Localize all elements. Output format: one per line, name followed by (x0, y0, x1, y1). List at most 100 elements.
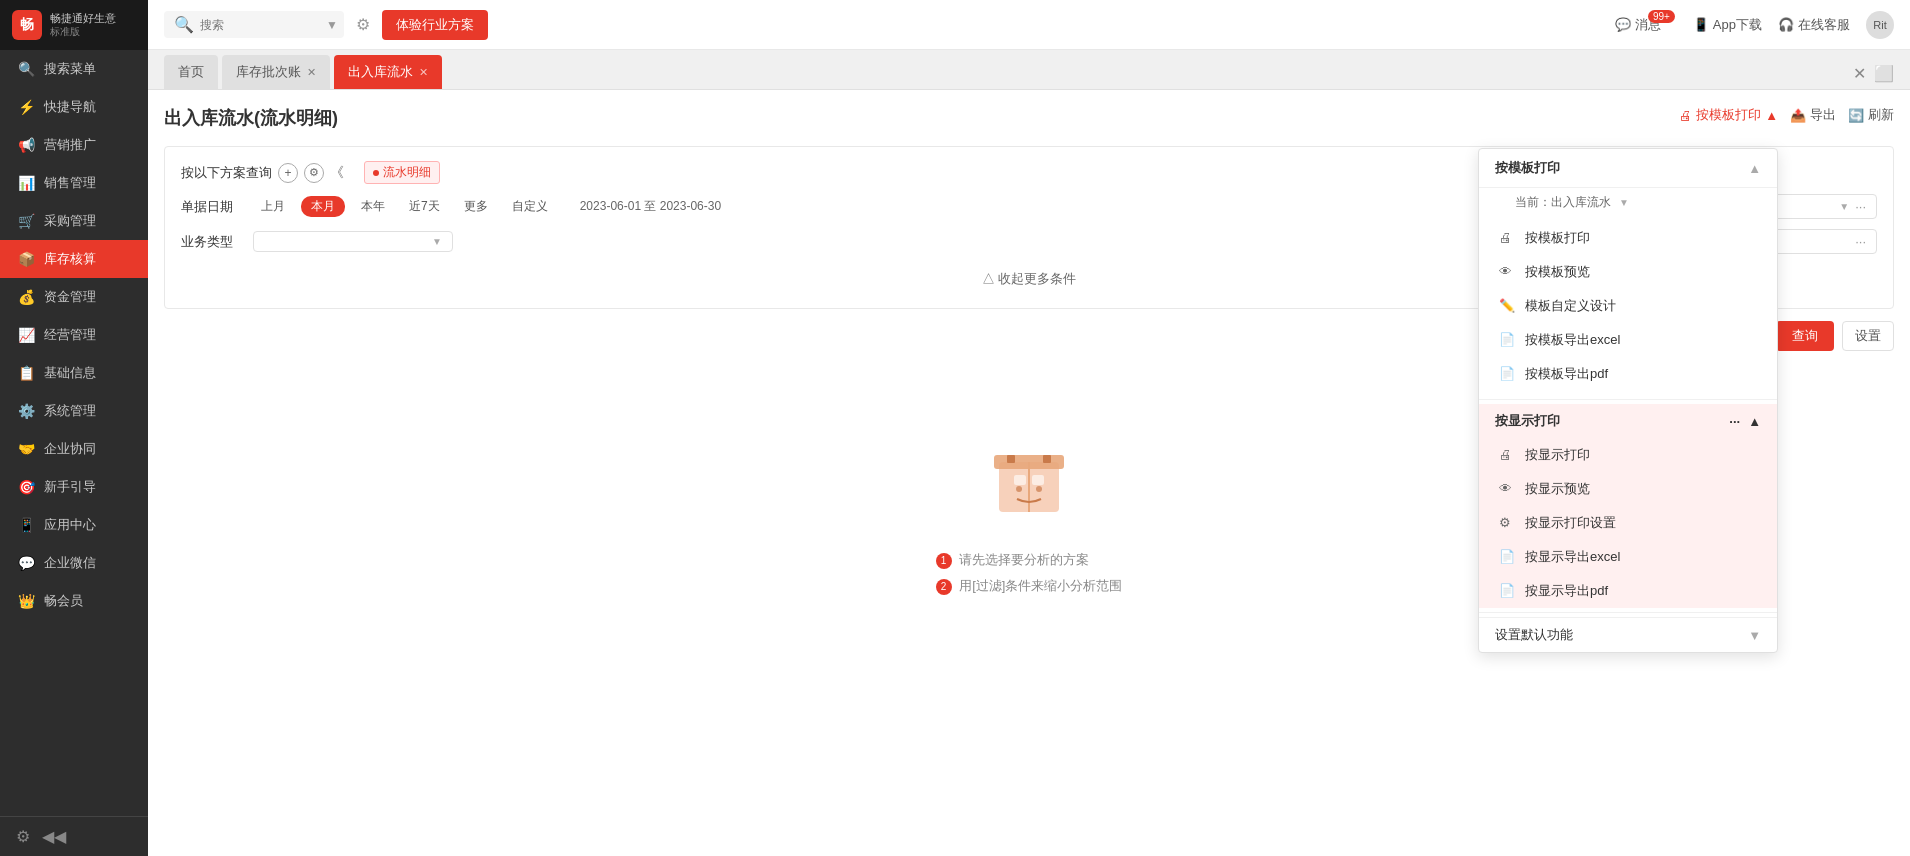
search-input[interactable] (200, 18, 320, 32)
display-item-display-preview[interactable]: 👁按显示预览 (1479, 472, 1777, 506)
dropdown-item-template-print[interactable]: 🖨按模板打印 (1479, 221, 1777, 255)
search-icon: 🔍 (174, 15, 194, 34)
filter-add-button[interactable]: + (278, 163, 298, 183)
header-search-box[interactable]: 🔍 ▼ (164, 11, 344, 38)
dropdown-current[interactable]: 当前：出入库流水 ▼ (1479, 188, 1777, 217)
message-badge: 99+ (1648, 10, 1675, 23)
export-button[interactable]: 📤 导出 (1790, 106, 1836, 124)
search-dropdown-arrow[interactable]: ▼ (326, 18, 338, 32)
date-btn-more[interactable]: 更多 (456, 196, 496, 217)
sidebar-item-member[interactable]: 👑畅会员 (0, 582, 148, 620)
svg-rect-4 (1032, 475, 1044, 485)
sidebar-item-basic-info[interactable]: 📋基础信息 (0, 354, 148, 392)
header-gear-icon[interactable]: ⚙ (356, 15, 370, 34)
quick-nav-icon: ⚡ (16, 99, 36, 115)
close-tab-icon[interactable]: ✕ (1853, 64, 1866, 83)
tip1-number: 1 (936, 553, 952, 569)
sidebar: 畅 畅捷通好生意 标准版 🔍搜索菜单⚡快捷导航📢营销推广📊销售管理🛒采购管理📦库… (0, 0, 148, 856)
settings-button[interactable]: 设置 (1842, 321, 1894, 351)
filter-settings-button[interactable]: ⚙ (304, 163, 324, 183)
user-avatar[interactable]: Rit (1866, 11, 1894, 39)
sidebar-item-search[interactable]: 🔍搜索菜单 (0, 50, 148, 88)
finance-icon: 💰 (16, 289, 36, 305)
dropdown-item-template-export-excel[interactable]: 📄按模板导出excel (1479, 323, 1777, 357)
basic-info-label: 基础信息 (44, 364, 96, 382)
date-btn-last-month[interactable]: 上月 (253, 196, 293, 217)
sidebar-item-purchase[interactable]: 🛒采购管理 (0, 202, 148, 240)
display-item-display-print[interactable]: 🖨按显示打印 (1479, 438, 1777, 472)
sidebar-item-system[interactable]: ⚙️系统管理 (0, 392, 148, 430)
tab-close-batch-account[interactable]: ✕ (307, 66, 316, 79)
tab-close-flow[interactable]: ✕ (419, 66, 428, 79)
template-preview-icon: 👁 (1499, 264, 1515, 280)
filter-tag-label: 流水明细 (383, 164, 431, 181)
tab-home[interactable]: 首页 (164, 55, 218, 89)
settings-icon[interactable]: ⚙ (16, 827, 30, 846)
app-download-button[interactable]: 📱 App下载 (1693, 16, 1762, 34)
dropdown-item-template-export-pdf[interactable]: 📄按模板导出pdf (1479, 357, 1777, 391)
template-print-button[interactable]: 🖨 按模板打印 ▲ (1679, 106, 1778, 124)
display-item-display-export-pdf[interactable]: 📄按显示导出pdf (1479, 574, 1777, 608)
template-print-label: 按模板打印 (1696, 106, 1761, 124)
doc-type-dots[interactable]: ··· (1855, 199, 1866, 214)
trial-button[interactable]: 体验行业方案 (382, 10, 488, 40)
query-button[interactable]: 查询 (1776, 321, 1834, 351)
logo-icon: 畅 (12, 10, 42, 40)
guide-icon: 🎯 (16, 479, 36, 495)
service-label: 在线客服 (1798, 16, 1850, 34)
refresh-button[interactable]: 🔄 刷新 (1848, 106, 1894, 124)
date-btn-current-year[interactable]: 本年 (353, 196, 393, 217)
sidebar-item-guide[interactable]: 🎯新手引导 (0, 468, 148, 506)
sidebar-item-wechat[interactable]: 💬企业微信 (0, 544, 148, 582)
display-section-title: 按显示打印 (1495, 412, 1560, 430)
tabs-bar-right: ✕ ⬜ (1853, 64, 1894, 83)
marketing-label: 营销推广 (44, 136, 96, 154)
template-export-excel-label: 按模板导出excel (1525, 331, 1620, 349)
warehouse-dots[interactable]: ··· (1855, 234, 1866, 249)
sidebar-item-sales[interactable]: 📊销售管理 (0, 164, 148, 202)
collapse-icon[interactable]: ◀◀ (42, 827, 66, 846)
dropdown-footer[interactable]: 设置默认功能 ▼ (1479, 617, 1777, 652)
finance-label: 资金管理 (44, 288, 96, 306)
display-item-display-export-excel[interactable]: 📄按显示导出excel (1479, 540, 1777, 574)
svg-rect-3 (1014, 475, 1026, 485)
app-center-icon: 📱 (16, 517, 36, 533)
sidebar-item-operation[interactable]: 📈经营管理 (0, 316, 148, 354)
dropdown-item-template-preview[interactable]: 👁按模板预览 (1479, 255, 1777, 289)
system-icon: ⚙️ (16, 403, 36, 419)
sidebar-item-inventory[interactable]: 📦库存核算 (0, 240, 148, 278)
biz-type-select[interactable]: ▼ (253, 231, 453, 252)
app-center-label: 应用中心 (44, 516, 96, 534)
refresh-label: 刷新 (1868, 106, 1894, 124)
app-icon: 📱 (1693, 17, 1709, 32)
filter-collapse-button[interactable]: 《 (330, 164, 344, 182)
operation-icon: 📈 (16, 327, 36, 343)
svg-point-8 (1036, 486, 1042, 492)
purchase-icon: 🛒 (16, 213, 36, 229)
dropdown-item-template-custom[interactable]: ✏️模板自定义设计 (1479, 289, 1777, 323)
display-export-excel-label: 按显示导出excel (1525, 548, 1620, 566)
section-collapse-arrow[interactable]: ▲ (1748, 414, 1761, 429)
svg-rect-5 (1007, 455, 1015, 463)
date-btn-custom[interactable]: 自定义 (504, 196, 556, 217)
footer-label: 设置默认功能 (1495, 626, 1573, 644)
display-item-display-print-settings[interactable]: ⚙按显示打印设置 (1479, 506, 1777, 540)
date-btn-current-month[interactable]: 本月 (301, 196, 345, 217)
sidebar-item-quick-nav[interactable]: ⚡快捷导航 (0, 88, 148, 126)
dots-icon[interactable]: ··· (1729, 414, 1740, 429)
customer-service-button[interactable]: 🎧 在线客服 (1778, 16, 1850, 34)
collapse-label: 收起更多条件 (998, 271, 1076, 286)
date-range-text: 2023-06-01 至 2023-06-30 (580, 198, 721, 215)
sidebar-item-app-center[interactable]: 📱 应用中心 (0, 506, 148, 544)
display-section-header[interactable]: 按显示打印 ··· ▲ (1479, 404, 1777, 438)
tab-flow[interactable]: 出入库流水✕ (334, 55, 442, 89)
maximize-icon[interactable]: ⬜ (1874, 64, 1894, 83)
sidebar-item-enterprise[interactable]: 🤝企业协同 (0, 430, 148, 468)
filter-tag[interactable]: 流水明细 (364, 161, 440, 184)
sidebar-item-finance[interactable]: 💰 资金管理 (0, 278, 148, 316)
date-btn-last-7-days[interactable]: 近7天 (401, 196, 448, 217)
sidebar-item-marketing[interactable]: 📢营销推广 (0, 126, 148, 164)
message-button[interactable]: 💬 消息 99+ (1615, 16, 1661, 34)
dropdown-collapse-arrow[interactable]: ▲ (1748, 161, 1761, 176)
tab-batch-account[interactable]: 库存批次账✕ (222, 55, 330, 89)
